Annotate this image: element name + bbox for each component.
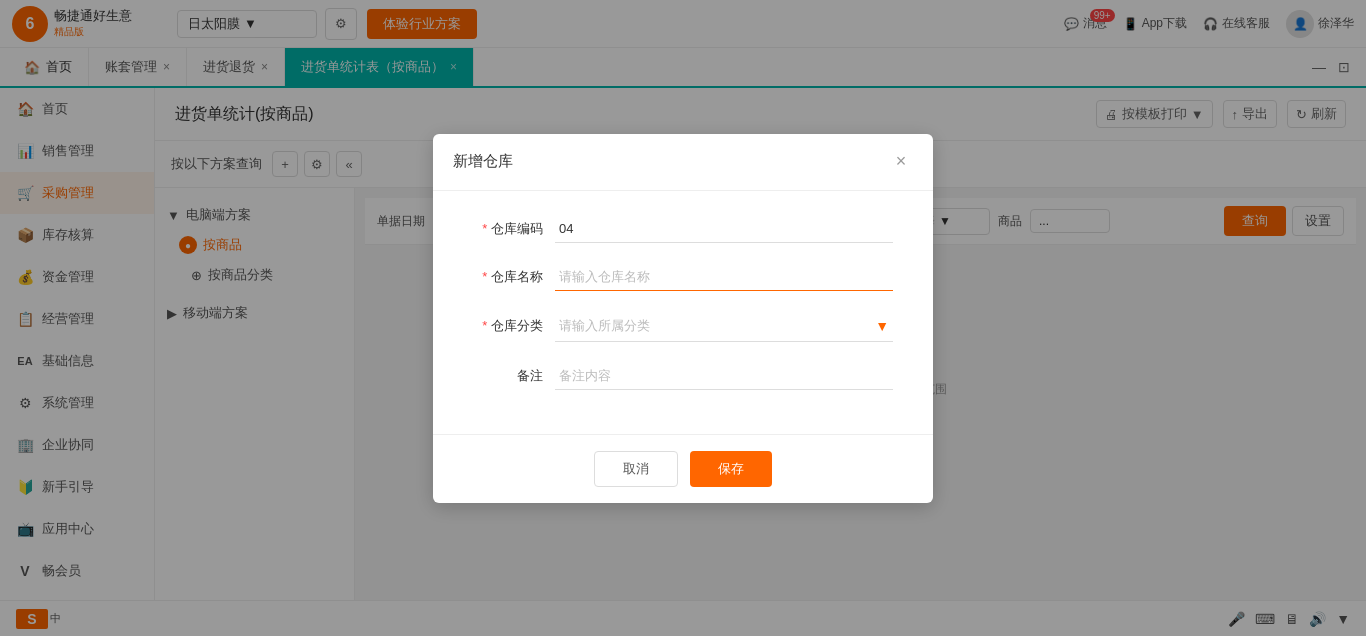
dialog-title: 新增仓库 — [453, 152, 513, 171]
note-input[interactable] — [555, 362, 893, 390]
category-arrow-icon: ▼ — [875, 318, 889, 334]
note-label: 备注 — [473, 367, 543, 385]
name-input[interactable] — [555, 263, 893, 291]
dialog-header: 新增仓库 × — [433, 134, 933, 191]
form-row-category: 仓库分类 请输入所属分类 ▼ — [473, 311, 893, 342]
cancel-button[interactable]: 取消 — [594, 451, 678, 487]
category-label: 仓库分类 — [473, 317, 543, 335]
form-row-code: 仓库编码 — [473, 215, 893, 243]
name-label: 仓库名称 — [473, 268, 543, 286]
category-select[interactable]: 请输入所属分类 ▼ — [555, 311, 893, 342]
form-row-name: 仓库名称 — [473, 263, 893, 291]
save-button[interactable]: 保存 — [690, 451, 772, 487]
dialog-body: 仓库编码 仓库名称 仓库分类 请输入所属分类 ▼ 备注 — [433, 191, 933, 434]
code-input[interactable] — [555, 215, 893, 243]
dialog-close-button[interactable]: × — [889, 150, 913, 174]
dialog-new-warehouse: 新增仓库 × 仓库编码 仓库名称 仓库分类 请输入所属分类 ▼ — [433, 134, 933, 503]
code-label: 仓库编码 — [473, 220, 543, 238]
category-placeholder: 请输入所属分类 — [559, 317, 650, 335]
dialog-footer: 取消 保存 — [433, 434, 933, 503]
overlay[interactable]: 新增仓库 × 仓库编码 仓库名称 仓库分类 请输入所属分类 ▼ — [0, 0, 1366, 636]
form-row-note: 备注 — [473, 362, 893, 390]
